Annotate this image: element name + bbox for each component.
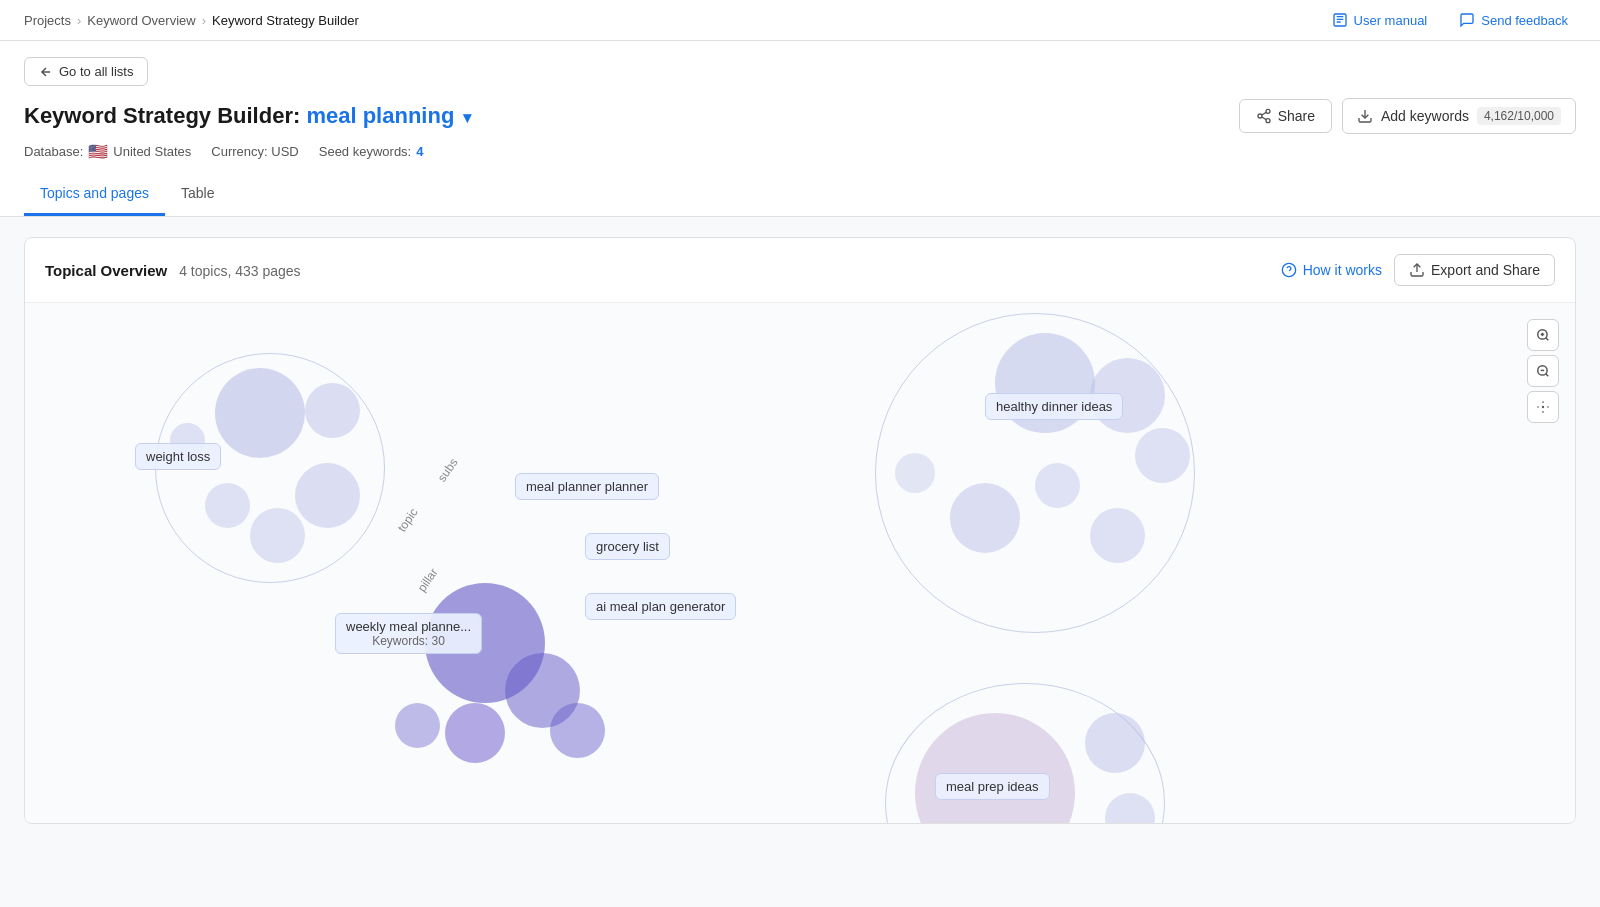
country-name: United States [113, 144, 191, 159]
how-it-works-button[interactable]: How it works [1281, 262, 1382, 278]
zoom-controls [1527, 319, 1559, 423]
meal-planner-label: meal planner planner [515, 473, 659, 500]
arrow-left-icon [39, 65, 53, 79]
export-icon [1409, 262, 1425, 278]
overview-header: Topical Overview 4 topics, 433 pages How… [25, 238, 1575, 303]
add-keywords-label: Add keywords [1381, 108, 1469, 124]
topbar-actions: User manual Send feedback [1324, 8, 1576, 32]
book-icon [1332, 12, 1348, 28]
title-static: Keyword Strategy Builder: [24, 103, 300, 128]
breadcrumb-sep1: › [77, 13, 81, 28]
breadcrumb-sep2: › [202, 13, 206, 28]
breadcrumb-keyword-overview[interactable]: Keyword Overview [87, 13, 195, 28]
user-manual-button[interactable]: User manual [1324, 8, 1436, 32]
svg-point-2 [1258, 114, 1262, 118]
zoom-in-icon [1536, 328, 1550, 342]
svg-point-3 [1266, 119, 1270, 123]
seed-count[interactable]: 4 [416, 144, 423, 159]
us-flag-icon: 🇺🇸 [88, 142, 108, 161]
add-keywords-button[interactable]: Add keywords 4,162/10,000 [1342, 98, 1576, 134]
back-to-lists-button[interactable]: Go to all lists [24, 57, 148, 86]
overview-card: Topical Overview 4 topics, 433 pages How… [24, 237, 1576, 824]
export-share-label: Export and Share [1431, 262, 1540, 278]
database-meta: Database: 🇺🇸 United States [24, 142, 191, 161]
keyword-count-badge: 4,162/10,000 [1477, 107, 1561, 125]
topbar: Projects › Keyword Overview › Keyword St… [0, 0, 1600, 41]
send-feedback-label: Send feedback [1481, 13, 1568, 28]
overview-subtitle: 4 topics, 433 pages [179, 263, 300, 279]
currency-meta: Currency: USD [211, 144, 298, 159]
main-content: Topical Overview 4 topics, 433 pages How… [0, 217, 1600, 844]
share-button[interactable]: Share [1239, 99, 1332, 133]
seed-keywords-meta: Seed keywords: 4 [319, 144, 424, 159]
tab-topics-pages[interactable]: Topics and pages [24, 173, 165, 216]
download-icon [1357, 108, 1373, 124]
subs-text: subs [435, 456, 461, 485]
zoom-reset-button[interactable] [1527, 391, 1559, 423]
ai-meal-plan-label: ai meal plan generator [585, 593, 736, 620]
overview-title: Topical Overview [45, 262, 167, 279]
page-title: Keyword Strategy Builder: meal planning … [24, 103, 471, 129]
export-share-button[interactable]: Export and Share [1394, 254, 1555, 286]
help-circle-icon [1281, 262, 1297, 278]
visualization-area[interactable]: weight loss subs topic pillar [25, 303, 1575, 823]
how-it-works-label: How it works [1303, 262, 1382, 278]
keyword-name[interactable]: meal planning ▾ [306, 103, 471, 128]
svg-point-1 [1266, 109, 1270, 113]
breadcrumb-current: Keyword Strategy Builder [212, 13, 359, 28]
share-label: Share [1278, 108, 1315, 124]
overview-title-area: Topical Overview 4 topics, 433 pages [45, 262, 301, 279]
zoom-out-button[interactable] [1527, 355, 1559, 387]
breadcrumb-projects[interactable]: Projects [24, 13, 71, 28]
currency-label: Currency: USD [211, 144, 298, 159]
zoom-in-button[interactable] [1527, 319, 1559, 351]
seed-label: Seed keywords: [319, 144, 412, 159]
feedback-icon [1459, 12, 1475, 28]
pillar-text: pillar [415, 566, 441, 595]
overview-actions: How it works Export and Share [1281, 254, 1555, 286]
title-actions: Share Add keywords 4,162/10,000 [1239, 98, 1576, 134]
meta-row: Database: 🇺🇸 United States Currency: USD… [24, 142, 1576, 173]
svg-point-15 [1542, 406, 1543, 407]
svg-line-13 [1546, 374, 1549, 377]
breadcrumb: Projects › Keyword Overview › Keyword St… [24, 13, 359, 28]
page-header: Go to all lists Keyword Strategy Builder… [0, 41, 1600, 173]
tab-table[interactable]: Table [165, 173, 230, 216]
send-feedback-button[interactable]: Send feedback [1451, 8, 1576, 32]
svg-line-9 [1546, 338, 1549, 341]
topic-text: topic [395, 506, 421, 535]
title-row: Keyword Strategy Builder: meal planning … [24, 98, 1576, 134]
tabs-container: Topics and pages Table [0, 173, 1600, 217]
user-manual-label: User manual [1354, 13, 1428, 28]
zoom-out-icon [1536, 364, 1550, 378]
back-button-label: Go to all lists [59, 64, 133, 79]
share-icon [1256, 108, 1272, 124]
grocery-list-label: grocery list [585, 533, 670, 560]
database-label: Database: [24, 144, 83, 159]
crosshair-icon [1536, 400, 1550, 414]
dropdown-chevron-icon: ▾ [463, 109, 471, 126]
